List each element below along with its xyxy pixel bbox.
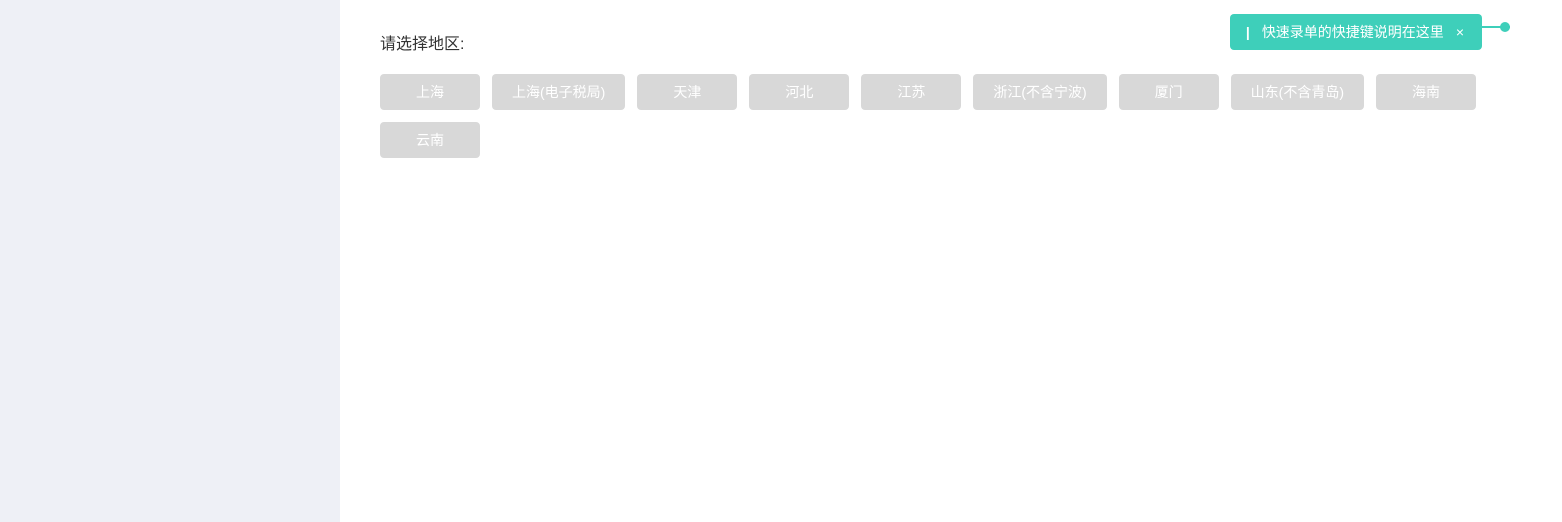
region-button-hebei[interactable]: 河北 — [749, 74, 849, 110]
region-button-xiamen[interactable]: 厦门 — [1119, 74, 1219, 110]
region-button-shanghai-etax[interactable]: 上海(电子税局) — [492, 74, 625, 110]
left-sidebar — [0, 0, 340, 522]
main-content: 请选择地区: 上海上海(电子税局)天津河北江苏浙江(不含宁波)厦门山东(不含青岛… — [340, 0, 1562, 522]
tooltip-dot — [1500, 22, 1510, 32]
tooltip-close-button[interactable]: × — [1454, 24, 1466, 40]
region-button-zhejiang[interactable]: 浙江(不含宁波) — [973, 74, 1106, 110]
region-button-shanghai[interactable]: 上海 — [380, 74, 480, 110]
region-button-shandong[interactable]: 山东(不含青岛) — [1231, 74, 1364, 110]
region-button-hainan[interactable]: 海南 — [1376, 74, 1476, 110]
region-button-tianjin[interactable]: 天津 — [637, 74, 737, 110]
region-button-yunnan[interactable]: 云南 — [380, 122, 480, 158]
tooltip-text: 快速录单的快捷键说明在这里 — [1262, 22, 1444, 42]
tooltip-banner: 快速录单的快捷键说明在这里 × — [1230, 14, 1482, 50]
region-button-jiangsu[interactable]: 江苏 — [861, 74, 961, 110]
region-buttons: 上海上海(电子税局) 天津河北江苏浙江(不含宁波) 厦门山东(不含青岛) 海南云南 — [380, 74, 1522, 158]
